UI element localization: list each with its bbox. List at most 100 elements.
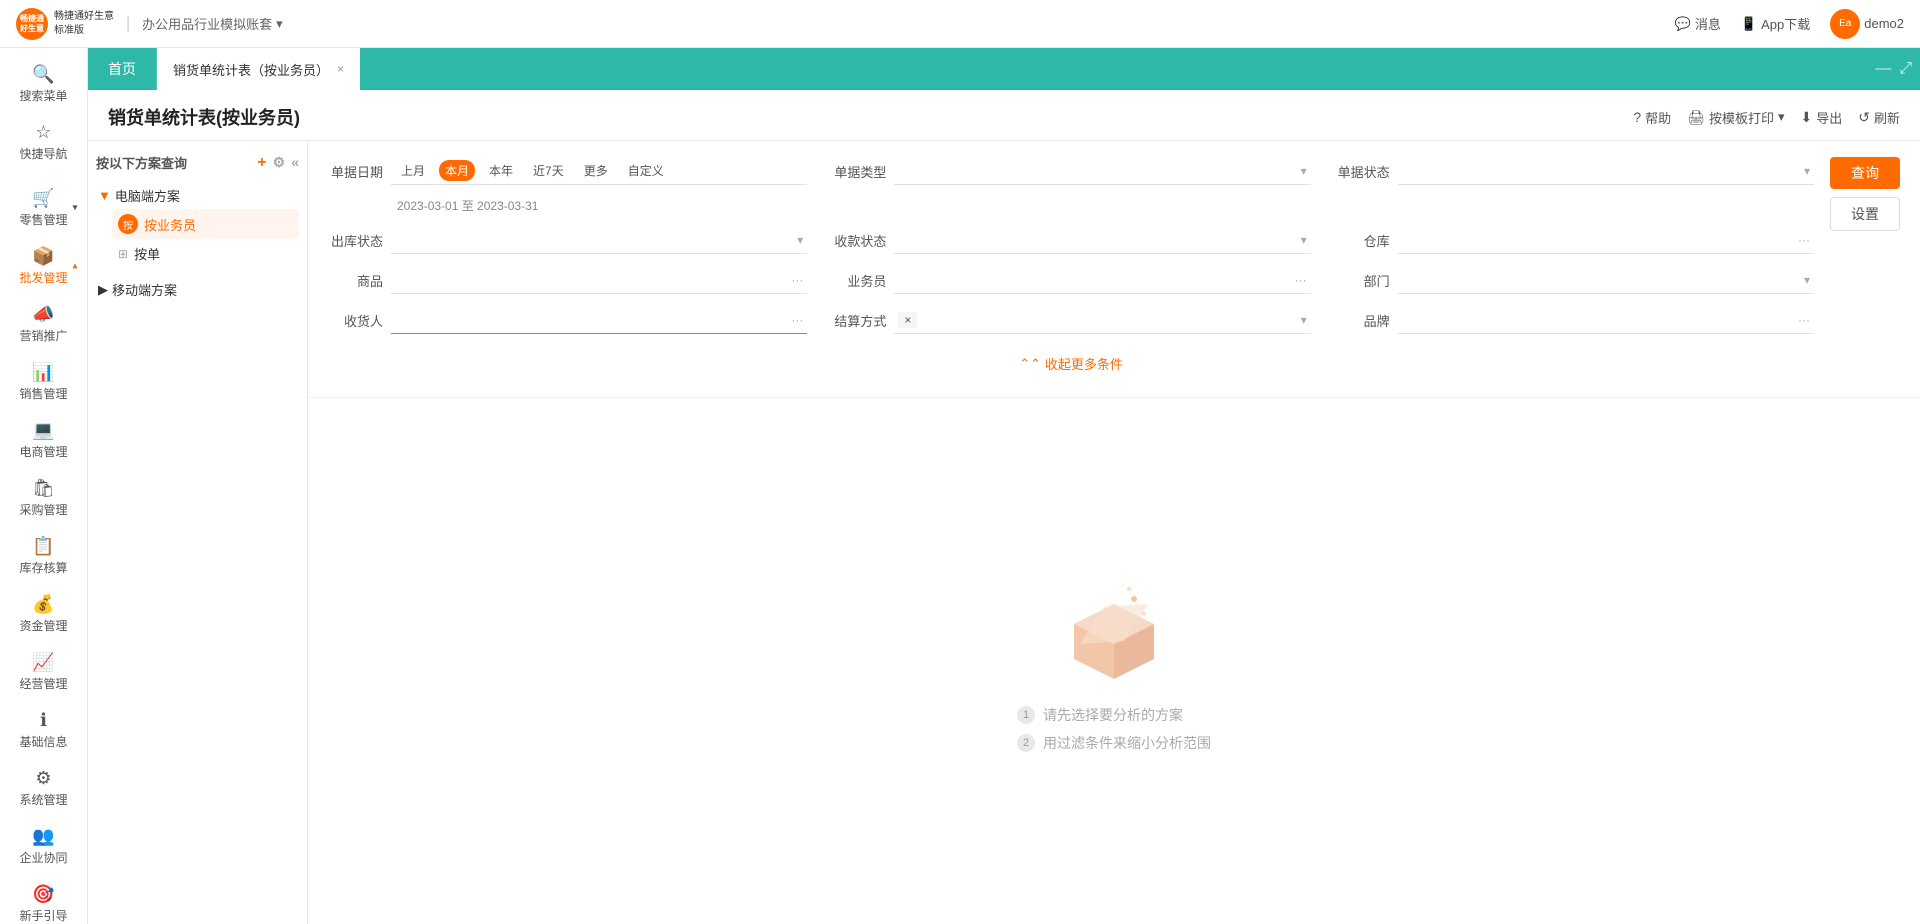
department-control[interactable]: ▾	[1398, 266, 1814, 294]
collapse-button[interactable]: ⌃⌃ 收起更多条件	[1019, 354, 1123, 373]
date-custom-btn[interactable]: 自定义	[622, 160, 670, 181]
export-icon: ⬇	[1801, 109, 1813, 126]
sidebar-item-sales[interactable]: 📊 销售管理	[4, 354, 84, 410]
goods-control[interactable]: ···	[391, 266, 807, 294]
basicinfo-icon: ℹ	[40, 710, 47, 731]
date-more-btn[interactable]: 更多	[578, 160, 614, 181]
date-filter-control[interactable]: 上月 本月 本年 近7天 更多 自定义	[391, 157, 807, 185]
content-area: 首页 销货单统计表（按业务员） × — ⤢ 销货单统计表(按业务员) ? 帮助 …	[88, 48, 1920, 924]
message-button[interactable]: 💬 消息	[1675, 14, 1721, 33]
empty-tip-1: 1 请先选择要分析的方案	[1017, 705, 1211, 725]
scheme-item-salesperson[interactable]: 按 按业务员	[112, 209, 299, 239]
refresh-button[interactable]: ↺ 刷新	[1858, 108, 1900, 127]
date-last-month-btn[interactable]: 上月	[395, 160, 431, 181]
maximize-button[interactable]: ⤢	[1899, 60, 1912, 78]
brand-label: 品牌	[1335, 311, 1390, 330]
collab-icon: 👥	[32, 826, 54, 847]
tip-2-num: 2	[1017, 734, 1035, 752]
out-status-control[interactable]: ▾	[391, 226, 807, 254]
receiver-field: 收货人 ···	[328, 306, 807, 334]
finance-icon: 💰	[32, 594, 54, 615]
date-this-year-btn[interactable]: 本年	[483, 160, 519, 181]
sidebar-label-retail: 零售管理	[19, 211, 67, 228]
order-scheme-icon: ⊞	[118, 247, 128, 261]
sidebar-item-operations[interactable]: 📈 经营管理	[4, 644, 84, 700]
sidebar-item-purchase[interactable]: 🛍 采购管理	[4, 470, 84, 526]
filter-area: 单据日期 上月 本月 本年 近7天 更多 自定义	[308, 141, 1920, 398]
order-status-control[interactable]: ▾	[1398, 157, 1814, 185]
sidebar-item-search[interactable]: 🔍 搜索菜单	[4, 56, 84, 112]
sidebar-item-collab[interactable]: 👥 企业协同	[4, 818, 84, 874]
mobile-scheme-caret-icon: ▶	[98, 282, 108, 298]
add-scheme-button[interactable]: +	[257, 154, 266, 172]
collapse-row: ⌃⌃ 收起更多条件	[328, 346, 1814, 381]
receiver-label: 收货人	[328, 311, 383, 330]
inner-layout: 按以下方案查询 + ⚙ « ▼ 电脑端方案 按 按业	[88, 141, 1920, 924]
sidebar: 🔍 搜索菜单 ☆ 快捷导航 🛒 零售管理 ▾ 📦 批发管理 ▴ 📣 营销推广 📊…	[0, 48, 88, 924]
payment-tag-close[interactable]: ×	[904, 313, 911, 327]
left-panel-title: 按以下方案查询	[96, 153, 187, 172]
sidebar-item-newbie[interactable]: 🎯 新手引导	[4, 876, 84, 924]
collapse-panel-button[interactable]: «	[291, 154, 299, 172]
sidebar-item-system[interactable]: ⚙ 系统管理	[4, 760, 84, 816]
warehouse-field: 仓库 ···	[1335, 226, 1814, 254]
pc-scheme-section: ▼ 电脑端方案 按 按业务员 ⊞ 按单	[96, 182, 299, 268]
export-button[interactable]: ⬇ 导出	[1801, 108, 1843, 127]
sidebar-item-wholesale[interactable]: 📦 批发管理 ▴	[4, 238, 84, 294]
date-last7-btn[interactable]: 近7天	[527, 160, 570, 181]
quicknav-icon: ☆	[35, 122, 51, 143]
filter-row-3: 商品 ··· 业务员 ···	[328, 266, 1814, 294]
nav-path[interactable]: 办公用品行业模拟账套 ▾	[142, 14, 283, 33]
sidebar-item-marketing[interactable]: 📣 营销推广	[4, 296, 84, 352]
date-range-text: 2023-03-01 至 2023-03-31	[397, 197, 538, 214]
message-icon: 💬	[1675, 16, 1691, 32]
sidebar-label-quicknav: 快捷导航	[19, 145, 67, 162]
sidebar-item-basicinfo[interactable]: ℹ 基础信息	[4, 702, 84, 758]
message-label: 消息	[1695, 14, 1721, 33]
pc-scheme-caret-icon: ▼	[98, 188, 111, 203]
app-download-button[interactable]: 📱 App下载	[1741, 14, 1810, 33]
query-button[interactable]: 查询	[1830, 157, 1900, 189]
nav-arrow-icon: ▾	[276, 16, 283, 32]
sidebar-label-collab: 企业协同	[19, 849, 67, 866]
tab-active[interactable]: 销货单统计表（按业务员） ×	[157, 48, 360, 90]
pc-scheme-title[interactable]: ▼ 电脑端方案	[96, 182, 299, 209]
payment-method-control[interactable]: × ▾	[894, 306, 1310, 334]
left-panel-header: 按以下方案查询 + ⚙ «	[96, 153, 299, 172]
help-button[interactable]: ? 帮助	[1633, 108, 1671, 127]
sidebar-item-quicknav[interactable]: ☆ 快捷导航	[4, 114, 84, 170]
date-this-month-btn[interactable]: 本月	[439, 160, 475, 181]
warehouse-control[interactable]: ···	[1398, 226, 1814, 254]
sidebar-item-finance[interactable]: 💰 资金管理	[4, 586, 84, 642]
brand-dots-icon: ···	[1798, 313, 1810, 327]
tip-1-num: 1	[1017, 706, 1035, 724]
page-title: 销货单统计表(按业务员)	[108, 104, 300, 130]
refresh-label: 刷新	[1874, 108, 1900, 127]
wholesale-icon: 📦	[32, 246, 54, 267]
scheme-item-order[interactable]: ⊞ 按单	[112, 239, 299, 268]
sidebar-item-ecommerce[interactable]: 💻 电商管理	[4, 412, 84, 468]
mobile-scheme-section[interactable]: ▶ 移动端方案	[96, 276, 299, 303]
brand-control[interactable]: ···	[1398, 306, 1814, 334]
order-type-control[interactable]: ▾	[894, 157, 1310, 185]
salesperson-control[interactable]: ···	[894, 266, 1310, 294]
sidebar-item-inventory[interactable]: 📋 库存核算	[4, 528, 84, 584]
logo-area[interactable]: 畅捷通好生意 畅捷通好生意 标准版	[16, 8, 114, 40]
app-download-icon: 📱	[1741, 16, 1757, 32]
logo-text: 畅捷通好生意 标准版	[54, 10, 114, 38]
receiver-control[interactable]: ···	[391, 306, 807, 334]
minimize-button[interactable]: —	[1875, 60, 1891, 78]
tab-close-button[interactable]: ×	[337, 62, 344, 76]
salesperson-field: 业务员 ···	[831, 266, 1310, 294]
settings-scheme-button[interactable]: ⚙	[273, 154, 286, 172]
payment-status-control[interactable]: ▾	[894, 226, 1310, 254]
sidebar-item-retail[interactable]: 🛒 零售管理 ▾	[4, 180, 84, 236]
print-icon: 🖨	[1687, 109, 1705, 126]
user-name: demo2	[1864, 16, 1904, 31]
tab-home[interactable]: 首页	[88, 48, 157, 90]
print-button[interactable]: 🖨 按模板打印 ▾	[1687, 108, 1784, 127]
user-menu[interactable]: Ea demo2	[1830, 9, 1904, 39]
reset-button[interactable]: 设置	[1830, 197, 1900, 231]
right-panel: 单据日期 上月 本月 本年 近7天 更多 自定义	[308, 141, 1920, 924]
left-panel: 按以下方案查询 + ⚙ « ▼ 电脑端方案 按 按业	[88, 141, 308, 924]
